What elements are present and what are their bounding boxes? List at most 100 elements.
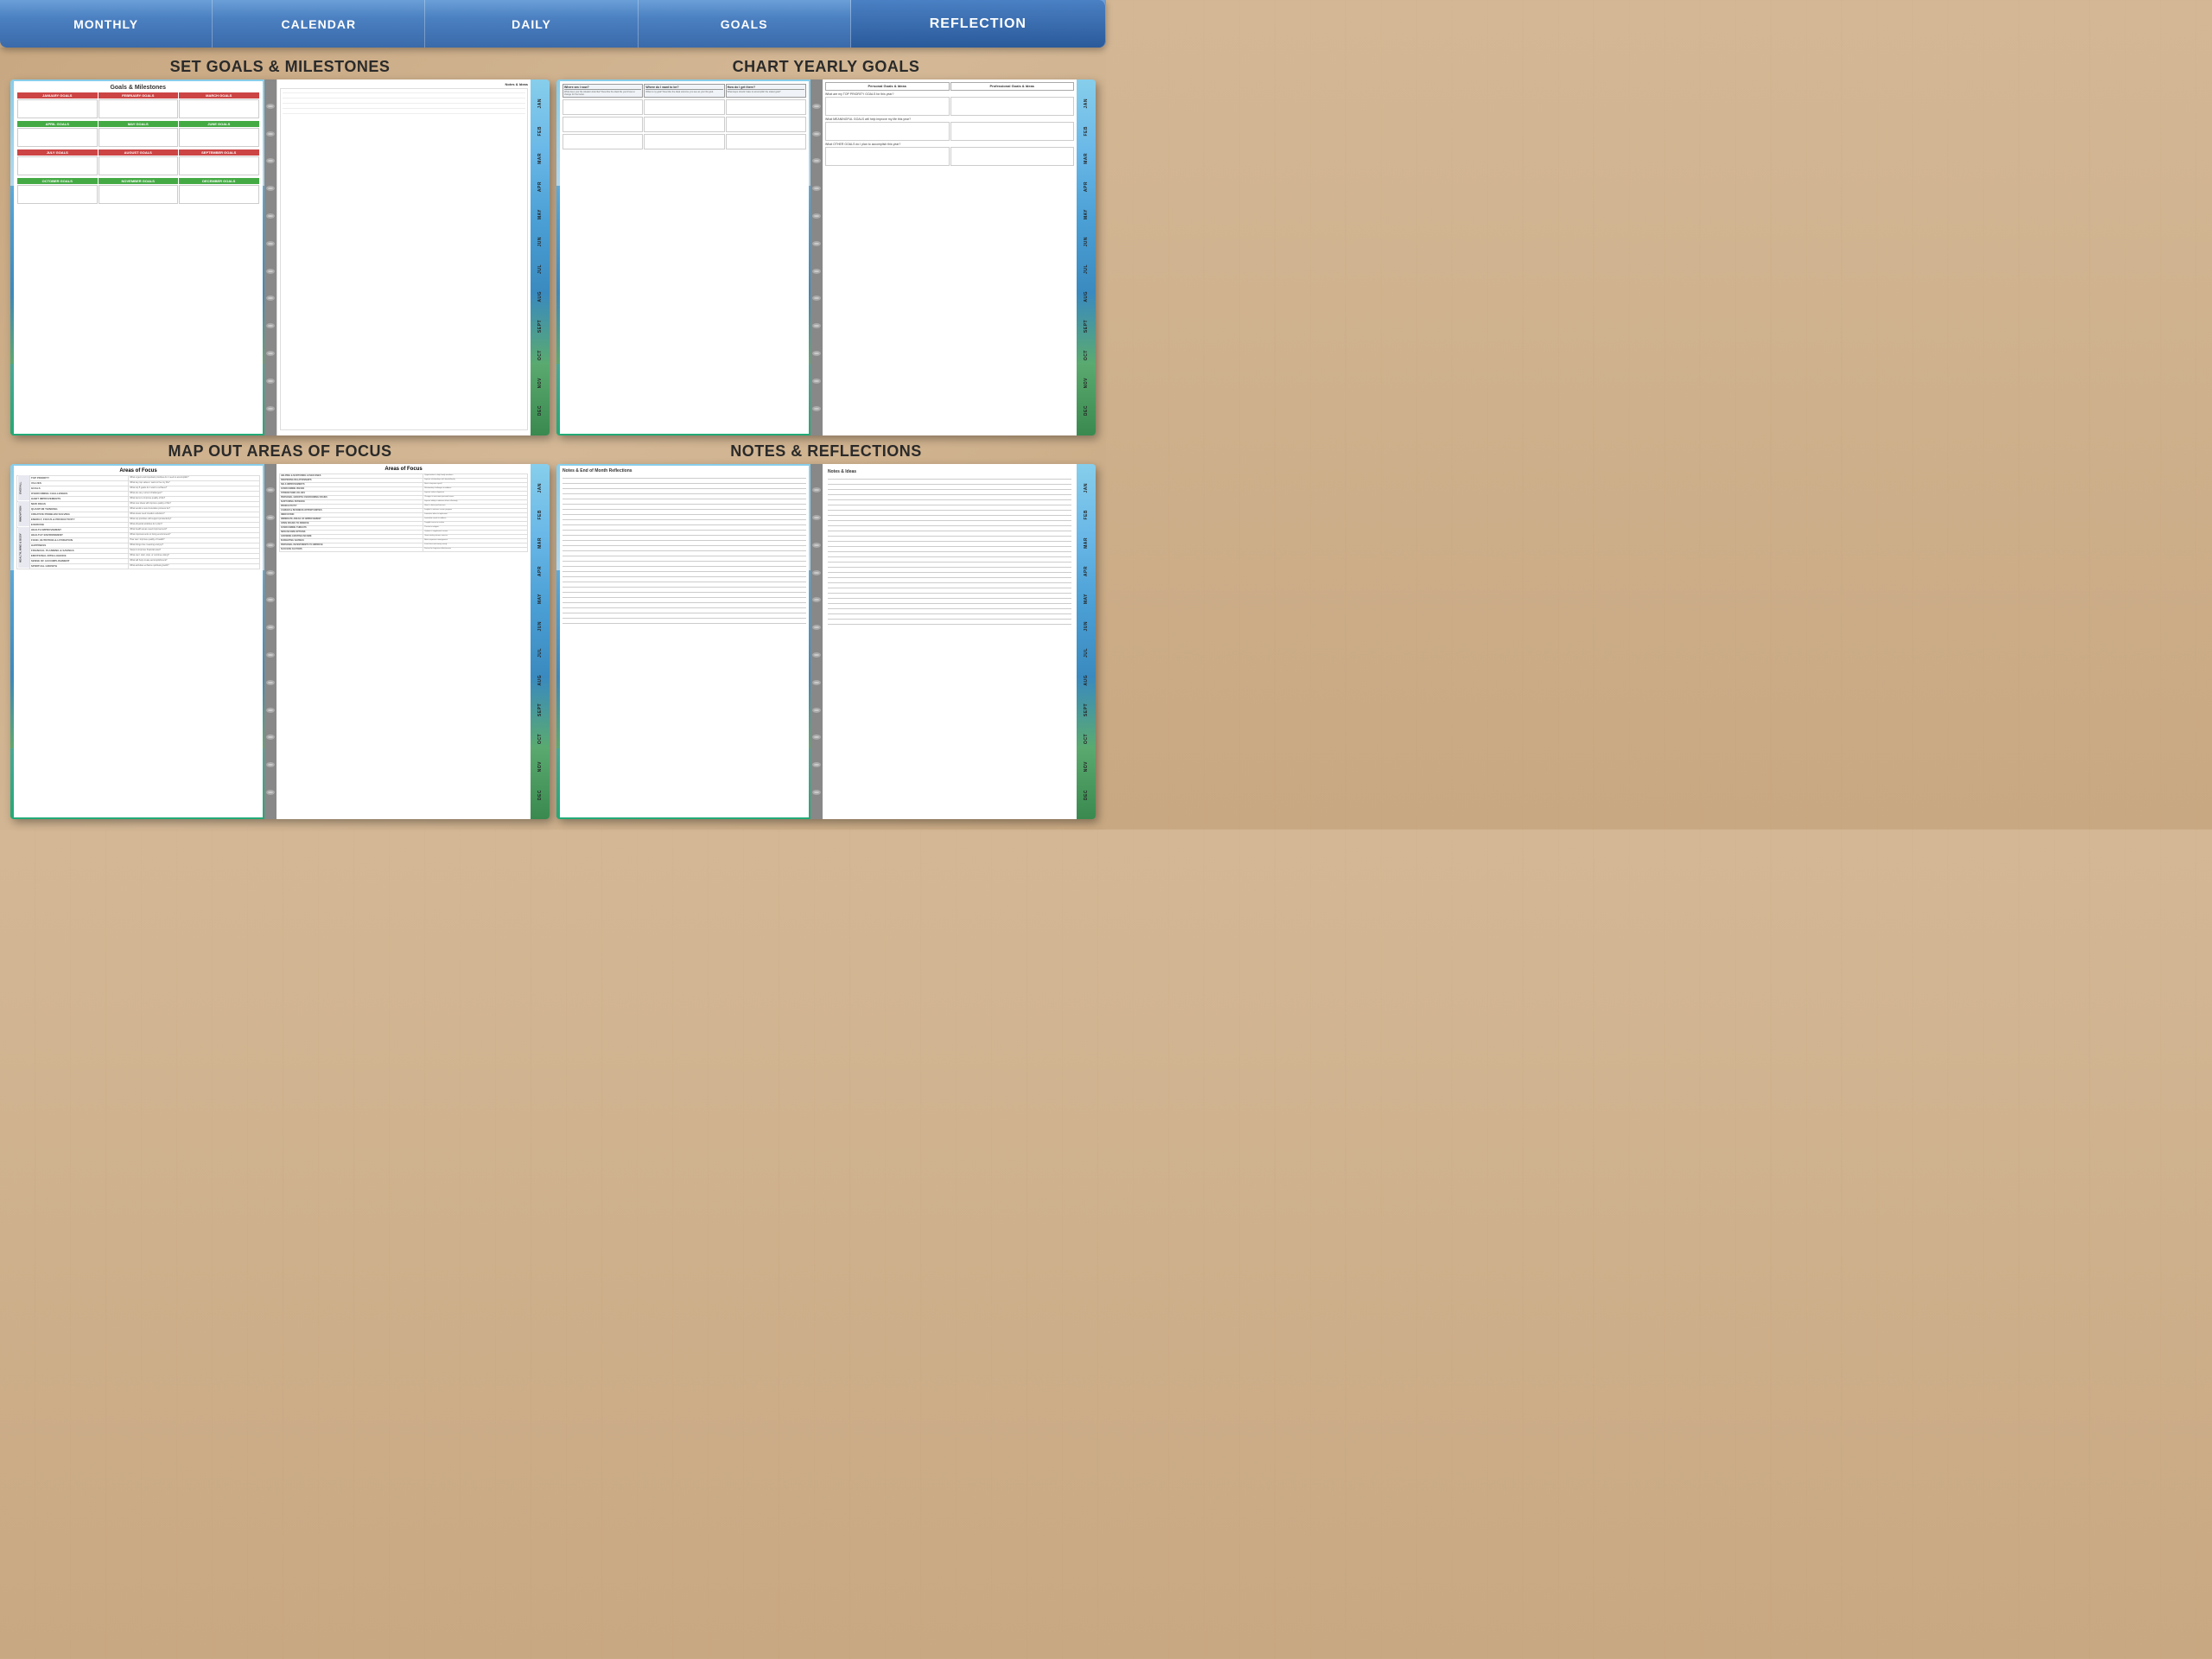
- note-line: [563, 589, 806, 593]
- spiral-ring: [266, 570, 275, 575]
- notes-reflections-title: NOTES & REFLECTIONS: [730, 442, 922, 461]
- note-line: [283, 111, 526, 114]
- chart-goal-cell: [726, 99, 806, 115]
- spiral-ring: [812, 734, 821, 740]
- month-oct: OCT: [1084, 350, 1089, 360]
- spiral-binding-goals: [264, 79, 276, 435]
- month-aug: AUG: [1084, 291, 1089, 302]
- chart-goals-grid-1: [563, 99, 806, 115]
- month-mar: MAR: [1084, 537, 1089, 549]
- note-line: [828, 554, 1071, 557]
- month-may: MAY: [1084, 594, 1089, 604]
- spiral-ring: [812, 515, 821, 520]
- note-line: [828, 585, 1071, 588]
- chart-goal-cell: [644, 117, 724, 132]
- spiral-ring: [812, 296, 821, 301]
- month-tabs-chart: JAN FEB MAR APR MAY JUN JUL AUG SEPT OCT…: [1077, 79, 1096, 435]
- note-line: [828, 538, 1071, 542]
- jan-goals-header: JANUARY GOALS: [17, 92, 98, 99]
- month-apr: APR: [1084, 566, 1089, 576]
- note-line: [828, 621, 1071, 625]
- goals-page: Goals & Milestones JANUARY GOALS FEBRUAR…: [14, 81, 263, 210]
- note-line: [563, 569, 806, 572]
- tab-calendar-label: CALENDAR: [282, 17, 357, 31]
- spiral-ring: [266, 378, 275, 384]
- notes-end-month-title: Notes & End of Month Reflections: [563, 468, 806, 474]
- note-line: [828, 543, 1071, 547]
- note-line: [563, 584, 806, 588]
- note-line: [828, 481, 1071, 485]
- chart-goals-right-page: Personal Goals & Ideas Professional Goal…: [823, 79, 1077, 435]
- tab-reflection-label: REFLECTION: [930, 16, 1027, 32]
- set-goals-notes-page: Notes & Ideas: [276, 79, 531, 435]
- spiral-ring: [266, 351, 275, 356]
- tab-calendar[interactable]: CALENDAR: [213, 0, 425, 48]
- note-line: [828, 611, 1071, 614]
- chart-goal-cell: [726, 134, 806, 149]
- notes-lines-left: [563, 475, 806, 624]
- note-line: [563, 527, 806, 531]
- month-aug: AUG: [1084, 675, 1089, 686]
- may-goals-body: [99, 128, 179, 147]
- note-line: [563, 579, 806, 582]
- note-line: [563, 563, 806, 567]
- aof-title-right: Areas of Focus: [279, 467, 528, 472]
- spiral-ring: [266, 543, 275, 548]
- note-line: [828, 575, 1071, 578]
- spiral-ring: [266, 158, 275, 163]
- spiral-ring: [812, 323, 821, 328]
- spiral-ring: [266, 487, 275, 493]
- chart-goal-cell: [644, 99, 724, 115]
- note-line: [828, 476, 1071, 480]
- note-line: [563, 605, 806, 608]
- month-sept: SEPT: [537, 320, 543, 333]
- quadrant-areas-focus: MAP OUT AREAS OF FOCUS Areas of Focus OV…: [10, 442, 550, 820]
- oct-goals-body: [17, 185, 98, 204]
- month-sept: SEPT: [1084, 320, 1089, 333]
- chart-goals-left-page: Where am I now? What does your life situ…: [556, 79, 810, 435]
- month-tabs-aof: JAN FEB MAR APR MAY JUN JUL AUG SEPT OCT…: [531, 464, 550, 820]
- aug-goals-header: AUGUST GOALS: [99, 149, 179, 156]
- spiral-ring: [812, 543, 821, 548]
- note-line: [563, 620, 806, 624]
- note-line: [283, 96, 526, 99]
- quadrant-set-goals: SET GOALS & MILESTONES Goals & Milestone…: [10, 58, 550, 435]
- note-line: [563, 506, 806, 510]
- notes-reflections-planner: Notes & End of Month Reflections: [556, 464, 1096, 820]
- tab-daily-label: DAILY: [512, 17, 551, 31]
- note-line: [563, 532, 806, 536]
- tab-daily[interactable]: DAILY: [425, 0, 638, 48]
- spiral-ring: [266, 296, 275, 301]
- set-goals-title: SET GOALS & MILESTONES: [170, 58, 391, 76]
- tab-goals[interactable]: GOALS: [639, 0, 851, 48]
- month-apr: APR: [537, 181, 543, 192]
- feb-goals-body: [99, 99, 179, 118]
- nav-tabs: MONTHLY CALENDAR DAILY GOALS REFLECTION: [0, 0, 1106, 48]
- chart-page: Where am I now? What does your life situ…: [560, 81, 809, 154]
- note-line: [563, 512, 806, 515]
- cat-spiritual-desc: What activities enhance spiritual growth…: [129, 563, 260, 569]
- section-health: HEALTH, MIND & BODY: [17, 527, 30, 569]
- note-line: [283, 91, 526, 93]
- how-get-body: What steps should I take to accomplish t…: [728, 91, 804, 93]
- priority-goals-right: [950, 97, 1075, 116]
- month-sept: SEPT: [1084, 703, 1089, 716]
- spiral-ring: [812, 269, 821, 274]
- where-now-body: What does your life situation look like?…: [564, 91, 641, 96]
- tab-reflection[interactable]: REFLECTION: [851, 0, 1106, 48]
- tab-monthly-label: MONTHLY: [73, 17, 138, 31]
- spiral-ring: [812, 487, 821, 493]
- spiral-binding-chart: [810, 79, 823, 435]
- tab-monthly[interactable]: MONTHLY: [0, 0, 213, 48]
- spiral-ring: [812, 406, 821, 411]
- spiral-ring: [812, 351, 821, 356]
- jun-goals-header: JUNE GOALS: [179, 121, 259, 127]
- where-go-body: What is my goal? Describe the ideal outc…: [645, 91, 722, 93]
- spiral-ring: [812, 652, 821, 658]
- spiral-ring: [266, 241, 275, 246]
- note-line: [828, 590, 1071, 594]
- spiral-binding-notes: [810, 464, 823, 820]
- main-content: SET GOALS & MILESTONES Goals & Milestone…: [0, 48, 1106, 830]
- oct-goals-header: OCTOBER GOALS: [17, 178, 98, 184]
- month-nov: NOV: [1084, 378, 1089, 388]
